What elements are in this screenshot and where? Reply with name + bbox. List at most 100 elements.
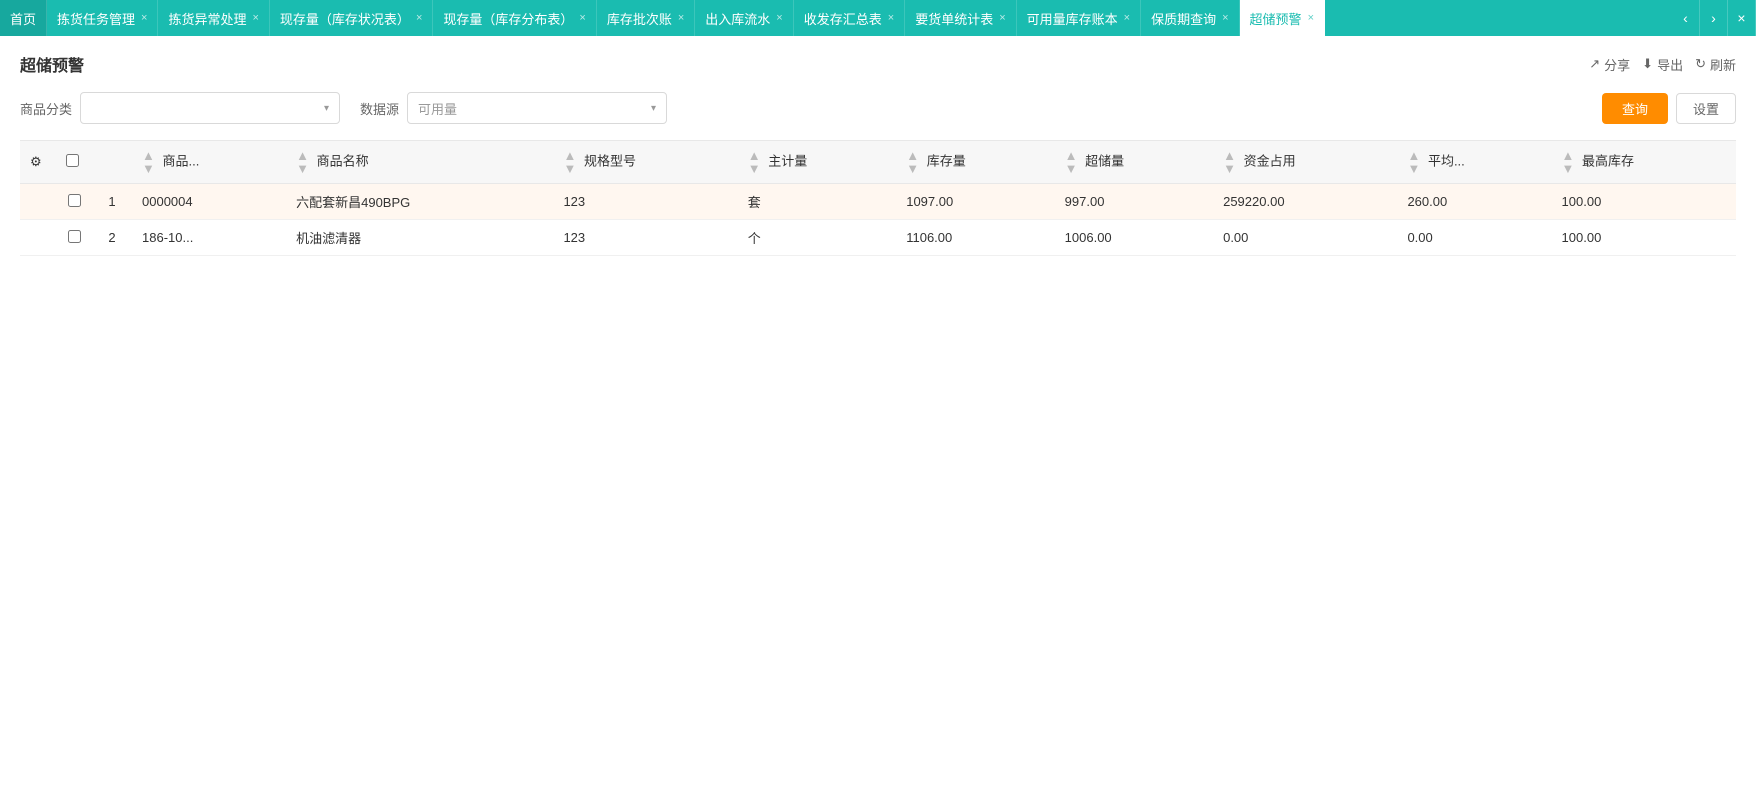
close-tab-icon[interactable]: × xyxy=(579,12,585,24)
data-table: ⚙ ▲▼ 商品... ▲▼ 商品名称 ▲▼ 规格型号 xyxy=(20,140,1736,256)
row-checkbox-cell xyxy=(56,184,92,220)
nav-item-label: 可用量库存账本 xyxy=(1027,9,1118,28)
sort-icon-3: ▲▼ xyxy=(563,149,576,175)
avg-cell: 260.00 xyxy=(1397,184,1551,220)
nav-next-button[interactable]: › xyxy=(1700,0,1728,36)
close-tab-icon[interactable]: × xyxy=(1124,12,1130,24)
nav-item-task-mgmt[interactable]: 拣货任务管理 × xyxy=(47,0,158,36)
nav-prev-button[interactable]: ‹ xyxy=(1672,0,1700,36)
share-icon: ↗ xyxy=(1589,56,1600,72)
sort-icon-8: ▲▼ xyxy=(1407,149,1420,175)
sort-icon-7: ▲▼ xyxy=(1223,149,1236,175)
close-tab-icon[interactable]: × xyxy=(776,12,782,24)
col-stock-qty: ▲▼ 库存量 xyxy=(896,141,1054,184)
col-settings: ⚙ xyxy=(20,141,56,184)
nav-item-abnormal-proc[interactable]: 拣货异常处理 × xyxy=(158,0,269,36)
row-settings-cell xyxy=(20,220,56,256)
close-tab-icon[interactable]: × xyxy=(1308,12,1314,24)
close-tab-icon[interactable]: × xyxy=(416,12,422,24)
nav-item-label: 超储预警 xyxy=(1250,9,1302,28)
select-all-checkbox[interactable] xyxy=(66,154,79,167)
page-header: 超储预警 ↗ 分享 ⬇ 导出 ↻ 刷新 xyxy=(20,52,1736,76)
nav-item-label: 保质期查询 xyxy=(1151,9,1216,28)
datasource-label: 数据源 xyxy=(360,99,399,118)
close-tab-icon[interactable]: × xyxy=(888,12,894,24)
sort-icon-2: ▲▼ xyxy=(296,149,309,175)
page-title: 超储预警 xyxy=(20,52,84,76)
max-stock-cell: 100.00 xyxy=(1552,184,1736,220)
nav-item-label: 拣货异常处理 xyxy=(168,9,246,28)
nav-item-inout-flow[interactable]: 出入库流水 × xyxy=(695,0,793,36)
overstock-qty-cell: 997.00 xyxy=(1055,184,1213,220)
product-code-cell: 186-10... xyxy=(132,220,286,256)
query-button[interactable]: 查询 xyxy=(1602,93,1668,124)
export-icon: ⬇ xyxy=(1642,56,1653,72)
sort-icon-9: ▲▼ xyxy=(1562,149,1575,175)
nav-item-stock-dist[interactable]: 现存量（库存分布表） × xyxy=(433,0,596,36)
share-button[interactable]: ↗ 分享 xyxy=(1589,55,1630,74)
nav-item-label: 现存量（库存状况表） xyxy=(280,9,410,28)
nav-item-home[interactable]: 首页 xyxy=(0,0,47,36)
nav-item-label: 收发存汇总表 xyxy=(804,9,882,28)
overstock-qty-cell: 1006.00 xyxy=(1055,220,1213,256)
nav-item-label: 首页 xyxy=(10,9,36,28)
chevron-down-icon: ▾ xyxy=(324,103,329,114)
capital-occ-cell: 259220.00 xyxy=(1213,184,1397,220)
row-settings-cell xyxy=(20,184,56,220)
col-capital-occ: ▲▼ 资金占用 xyxy=(1213,141,1397,184)
nav-item-overstock-alert[interactable]: 超储预警 × xyxy=(1240,0,1325,36)
nav-item-stock-batch[interactable]: 库存批次账× xyxy=(597,0,695,36)
gear-icon[interactable]: ⚙ xyxy=(30,154,42,169)
table-header-row: ⚙ ▲▼ 商品... ▲▼ 商品名称 ▲▼ 规格型号 xyxy=(20,141,1736,184)
product-name-cell: 六配套新昌490BPG xyxy=(286,184,553,220)
close-tab-icon[interactable]: × xyxy=(678,12,684,24)
close-tab-icon[interactable]: × xyxy=(141,12,147,24)
spec-cell: 123 xyxy=(553,184,737,220)
filter-buttons: 查询 设置 xyxy=(1602,93,1736,124)
page-wrapper: 超储预警 ↗ 分享 ⬇ 导出 ↻ 刷新 商品分类 ▾ xyxy=(0,36,1756,800)
table-row: 2186-10...机油滤清器123个1106.001006.000.000.0… xyxy=(20,220,1736,256)
datasource-filter: 数据源 可用量 ▾ xyxy=(360,92,667,124)
col-max-stock: ▲▼ 最高库存 xyxy=(1552,141,1736,184)
nav-item-label: 拣货任务管理 xyxy=(57,9,135,28)
nav-item-quality-check[interactable]: 保质期查询 × xyxy=(1141,0,1239,36)
close-tab-icon[interactable]: × xyxy=(1222,12,1228,24)
main-unit-cell: 个 xyxy=(738,220,896,256)
close-tab-icon[interactable]: × xyxy=(252,12,258,24)
row-checkbox[interactable] xyxy=(68,194,81,207)
main-unit-cell: 套 xyxy=(738,184,896,220)
refresh-button[interactable]: ↻ 刷新 xyxy=(1695,55,1736,74)
col-main-unit: ▲▼ 主计量 xyxy=(738,141,896,184)
sort-icon-6: ▲▼ xyxy=(1065,149,1078,175)
row-number: 2 xyxy=(92,220,132,256)
top-nav: 首页拣货任务管理×拣货异常处理×现存量（库存状况表）×现存量（库存分布表）×库存… xyxy=(0,0,1756,36)
max-stock-cell: 100.00 xyxy=(1552,220,1736,256)
row-checkbox-cell xyxy=(56,220,92,256)
nav-item-label: 出入库流水 xyxy=(705,9,770,28)
nav-item-avail-stock[interactable]: 可用量库存账本 × xyxy=(1017,0,1141,36)
refresh-icon: ↻ xyxy=(1695,56,1706,72)
nav-item-label: 要货单统计表 xyxy=(915,9,993,28)
product-code-cell: 0000004 xyxy=(132,184,286,220)
datasource-select[interactable]: 可用量 ▾ xyxy=(407,92,667,124)
chevron-down-icon-2: ▾ xyxy=(651,103,656,114)
stock-qty-cell: 1106.00 xyxy=(896,220,1054,256)
settings-button[interactable]: 设置 xyxy=(1676,93,1736,124)
close-tab-icon[interactable]: × xyxy=(999,12,1005,24)
sort-icon-5: ▲▼ xyxy=(906,149,919,175)
nav-item-stock-status[interactable]: 现存量（库存状况表） × xyxy=(270,0,433,36)
filter-area: 商品分类 ▾ 数据源 可用量 ▾ 查询 设置 xyxy=(20,92,1736,124)
nav-item-label: 现存量（库存分布表） xyxy=(443,9,573,28)
col-product-code: ▲▼ 商品... xyxy=(132,141,286,184)
nav-item-recv-send[interactable]: 收发存汇总表 × xyxy=(794,0,905,36)
nav-close-all-button[interactable]: × xyxy=(1728,0,1756,36)
col-product-name: ▲▼ 商品名称 xyxy=(286,141,553,184)
category-select[interactable]: ▾ xyxy=(80,92,340,124)
export-button[interactable]: ⬇ 导出 xyxy=(1642,55,1683,74)
spec-cell: 123 xyxy=(553,220,737,256)
nav-item-order-stats[interactable]: 要货单统计表 × xyxy=(905,0,1016,36)
col-checkbox-header xyxy=(56,141,92,184)
row-checkbox[interactable] xyxy=(68,230,81,243)
col-avg: ▲▼ 平均... xyxy=(1397,141,1551,184)
header-actions: ↗ 分享 ⬇ 导出 ↻ 刷新 xyxy=(1589,55,1736,74)
